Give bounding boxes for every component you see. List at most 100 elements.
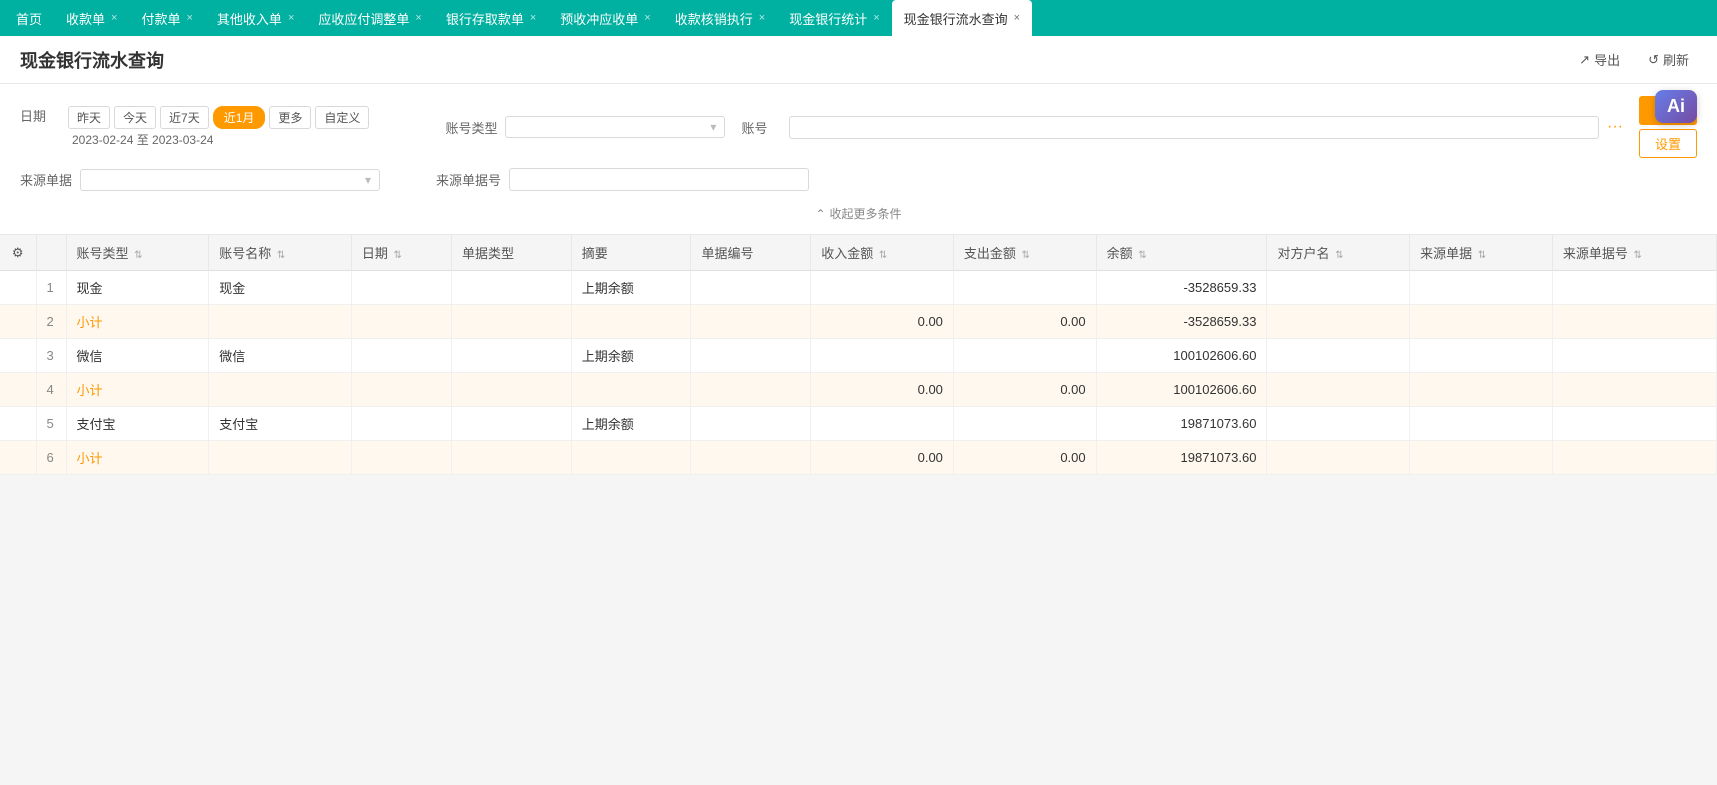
cell-source_doc_num (1552, 339, 1716, 373)
refresh-button[interactable]: ↺ 刷新 (1640, 46, 1697, 73)
cell-source_doc_num (1552, 407, 1716, 441)
nav-tab-应收应付调整单[interactable]: 应收应付调整单× (306, 0, 433, 36)
cell-balance: 100102606.60 (1096, 339, 1267, 373)
account-input[interactable] (789, 116, 1599, 139)
close-tab-icon[interactable]: × (415, 12, 421, 24)
col-rownum (36, 235, 66, 271)
col-balance[interactable]: 余额 ⇅ (1096, 235, 1267, 271)
cell-income (811, 407, 954, 441)
account-dots-button[interactable]: ··· (1607, 118, 1623, 136)
col-account_name[interactable]: 账号名称 ⇅ (209, 235, 352, 271)
date-filter: 日期 昨天 今天 近7天 近1月 更多 自定义 2023-02-24 至 202… (20, 106, 369, 148)
table-container: ⚙账号类型 ⇅账号名称 ⇅日期 ⇅单据类型摘要单据编号收入金额 ⇅支出金额 ⇅余… (0, 235, 1717, 475)
cell-rownum: 3 (36, 339, 66, 373)
close-tab-icon[interactable]: × (873, 12, 879, 24)
cell-doc_type (451, 271, 571, 305)
col-source_doc[interactable]: 来源单据 ⇅ (1410, 235, 1553, 271)
col-income[interactable]: 收入金额 ⇅ (811, 235, 954, 271)
cell-rownum: 6 (36, 441, 66, 475)
source-doc-num-input[interactable] (509, 168, 809, 191)
sort-icon: ⇅ (1633, 250, 1641, 261)
header-actions: ↗ 导出 ↺ 刷新 (1571, 46, 1697, 73)
cell-settings (0, 407, 36, 441)
close-tab-icon[interactable]: × (530, 12, 536, 24)
cell-doc_number (691, 407, 811, 441)
table-row: 6小计0.000.0019871073.60 (0, 441, 1717, 475)
cell-source_doc (1410, 441, 1553, 475)
nav-tab-现金银行流水查询[interactable]: 现金银行流水查询× (892, 0, 1032, 36)
cell-counterparty (1267, 407, 1410, 441)
col-account_type[interactable]: 账号类型 ⇅ (66, 235, 209, 271)
nav-tab-付款单[interactable]: 付款单× (129, 0, 204, 36)
cell-summary: 上期余额 (571, 339, 691, 373)
source-doc-filter: 来源单据 ▾ (20, 169, 380, 191)
close-tab-icon[interactable]: × (111, 12, 117, 24)
cell-doc_number (691, 339, 811, 373)
cell-source_doc_num (1552, 441, 1716, 475)
cell-account_type: 小计 (66, 441, 209, 475)
filter-row-1: 日期 昨天 今天 近7天 近1月 更多 自定义 2023-02-24 至 202… (20, 96, 1697, 158)
date-btn-more[interactable]: 更多 (269, 106, 311, 129)
sort-icon: ⇅ (394, 250, 402, 261)
nav-tab-现金银行统计[interactable]: 现金银行统计× (777, 0, 891, 36)
cell-doc_type (451, 407, 571, 441)
date-btn-custom[interactable]: 自定义 (315, 106, 369, 129)
source-doc-dropdown-icon: ▾ (365, 173, 371, 187)
date-btn-1month[interactable]: 近1月 (213, 106, 266, 129)
account-type-select[interactable]: ▾ (505, 116, 725, 138)
close-tab-icon[interactable]: × (644, 12, 650, 24)
close-tab-icon[interactable]: × (759, 12, 765, 24)
cell-balance: -3528659.33 (1096, 271, 1267, 305)
col-source_doc_num[interactable]: 来源单据号 ⇅ (1552, 235, 1716, 271)
sort-icon: ⇅ (1138, 250, 1146, 261)
close-tab-icon[interactable]: × (288, 12, 294, 24)
sort-icon: ⇅ (1022, 250, 1030, 261)
date-btn-today[interactable]: 今天 (114, 106, 156, 129)
date-btn-yesterday[interactable]: 昨天 (68, 106, 110, 129)
account-filter: 账号 ··· (741, 116, 1623, 139)
cell-source_doc (1410, 305, 1553, 339)
close-tab-icon[interactable]: × (1014, 12, 1020, 24)
date-btn-7days[interactable]: 近7天 (160, 106, 209, 129)
nav-tab-预收冲应收单[interactable]: 预收冲应收单× (548, 0, 662, 36)
cell-date (351, 271, 451, 305)
col-date[interactable]: 日期 ⇅ (351, 235, 451, 271)
ai-badge[interactable]: Ai (1655, 90, 1697, 123)
cell-date (351, 441, 451, 475)
nav-tab-银行存取款单[interactable]: 银行存取款单× (434, 0, 548, 36)
refresh-icon: ↺ (1648, 52, 1659, 68)
collapse-label: 收起更多条件 (830, 205, 902, 222)
table-row: 5支付宝支付宝上期余额19871073.60 (0, 407, 1717, 441)
collapse-bar[interactable]: ⌃ 收起更多条件 (20, 201, 1697, 222)
cell-income: 0.00 (811, 373, 954, 407)
col-settings: ⚙ (0, 235, 36, 271)
cell-settings (0, 373, 36, 407)
cell-rownum: 5 (36, 407, 66, 441)
source-doc-num-label: 来源单据号 (436, 170, 501, 189)
col-doc_type: 单据类型 (451, 235, 571, 271)
close-tab-icon[interactable]: × (186, 12, 192, 24)
nav-tab-收款单[interactable]: 收款单× (54, 0, 129, 36)
nav-tab-收款核销执行[interactable]: 收款核销执行× (663, 0, 777, 36)
col-counterparty[interactable]: 对方户名 ⇅ (1267, 235, 1410, 271)
cell-date (351, 373, 451, 407)
main-table: ⚙账号类型 ⇅账号名称 ⇅日期 ⇅单据类型摘要单据编号收入金额 ⇅支出金额 ⇅余… (0, 235, 1717, 475)
cell-rownum: 2 (36, 305, 66, 339)
nav-home[interactable]: 首页 (4, 0, 54, 36)
export-button[interactable]: ↗ 导出 (1571, 46, 1628, 73)
cell-doc_number (691, 373, 811, 407)
cell-account_type: 支付宝 (66, 407, 209, 441)
cell-counterparty (1267, 373, 1410, 407)
col-expense[interactable]: 支出金额 ⇅ (953, 235, 1096, 271)
dropdown-icon: ▾ (710, 120, 716, 134)
cell-date (351, 339, 451, 373)
cell-income: 0.00 (811, 441, 954, 475)
nav-tab-其他收入单[interactable]: 其他收入单× (205, 0, 306, 36)
source-doc-select[interactable]: ▾ (80, 169, 380, 191)
sort-icon: ⇅ (134, 250, 142, 261)
table-row: 2小计0.000.00-3528659.33 (0, 305, 1717, 339)
cell-source_doc_num (1552, 373, 1716, 407)
settings-button[interactable]: 设置 (1639, 129, 1697, 158)
cell-settings (0, 339, 36, 373)
cell-date (351, 305, 451, 339)
